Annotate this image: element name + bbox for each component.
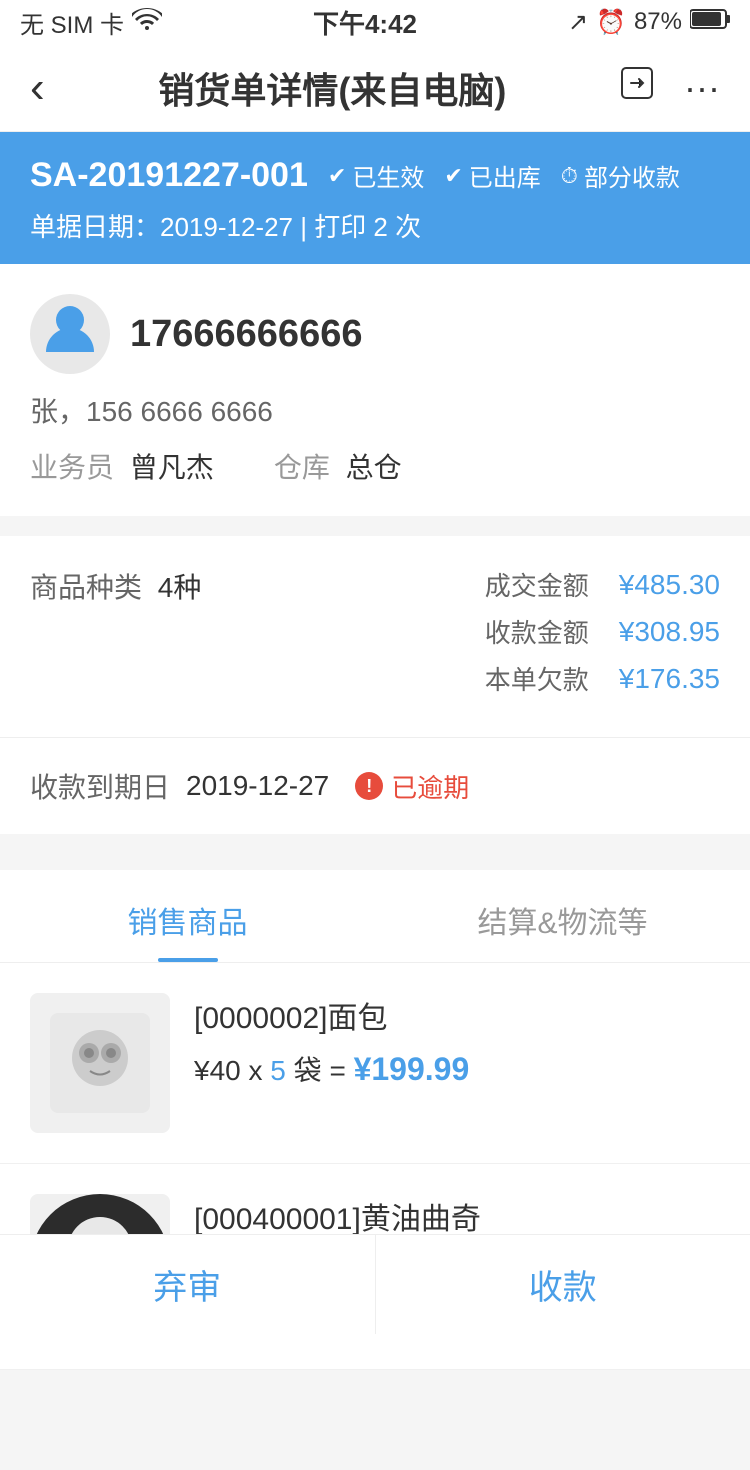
warehouse-field: 仓库 总仓: [274, 446, 402, 486]
status-time: 下午4:42: [313, 4, 417, 41]
bottom-bar: 弃审 收款: [0, 1234, 750, 1334]
nav-bar: ‹ 销货单详情(来自电脑) ···: [0, 44, 750, 132]
product-type-label: 商品种类: [30, 572, 142, 603]
owe-row: 本单欠款 ¥176.35: [485, 660, 720, 697]
transaction-label: 成交金额: [485, 566, 589, 603]
stats-section: 商品种类 4种 成交金额 ¥485.30 收款金额 ¥308.95 本单欠款 ¥…: [0, 536, 750, 738]
amount-fields: 成交金额 ¥485.30 收款金额 ¥308.95 本单欠款 ¥176.35: [485, 566, 720, 707]
customer-meta: 业务员 曾凡杰 仓库 总仓: [30, 446, 720, 486]
due-date-section: 收款到期日 2019-12-27 ! 已逾期: [0, 738, 750, 834]
more-icon[interactable]: ···: [684, 67, 720, 109]
share-icon[interactable]: [620, 66, 654, 109]
wifi-icon: [132, 8, 162, 37]
order-id: SA-20191227-001: [30, 156, 308, 195]
customer-phone: 17666666666: [130, 313, 362, 356]
product-image-placeholder-1: [30, 993, 170, 1133]
status-bar: 无 SIM 卡 下午4:42 ↗ ⏰ 87%: [0, 0, 750, 44]
customer-section: 17666666666 张，156 6666 6666 业务员 曾凡杰 仓库 总…: [0, 264, 750, 516]
badge-effective: ✔ 已生效: [328, 158, 424, 193]
product-image-1: [30, 993, 170, 1133]
location-icon: ↗: [568, 8, 588, 37]
owe-value: ¥176.35: [619, 663, 720, 695]
user-icon: [40, 298, 100, 371]
salesperson-label: 业务员: [30, 452, 114, 483]
badge-partial: ⏱ 部分收款: [561, 158, 680, 193]
status-left: 无 SIM 卡: [20, 5, 162, 40]
salesperson-field: 业务员 曾凡杰: [30, 446, 214, 486]
product-name-2: [000400001]黄油曲奇: [194, 1194, 720, 1238]
due-date-label: 收款到期日: [30, 766, 170, 806]
owe-label: 本单欠款: [485, 660, 589, 697]
product-qty-1: 5: [270, 1055, 286, 1086]
cancel-review-button[interactable]: 弃审: [0, 1235, 376, 1334]
header-banner: SA-20191227-001 ✔ 已生效 ✔ 已出库 ⏱ 部分收款 单据日期：…: [0, 132, 750, 264]
product-type-field: 商品种类 4种: [30, 566, 201, 606]
customer-name: 张，156 6666 6666: [30, 390, 720, 430]
nav-actions: ···: [620, 66, 720, 109]
tab-sales-products[interactable]: 销售商品: [0, 870, 375, 962]
overdue-badge: ! 已逾期: [355, 768, 469, 805]
overdue-label: 已逾期: [391, 768, 469, 805]
sim-status: 无 SIM 卡: [20, 5, 124, 40]
warehouse-value: 总仓: [346, 452, 402, 483]
transaction-row: 成交金额 ¥485.30: [485, 566, 720, 603]
battery-level: 87%: [634, 8, 682, 36]
warehouse-label: 仓库: [274, 452, 330, 483]
section-divider: [0, 854, 750, 870]
page-title: 销货单详情(来自电脑): [158, 62, 506, 114]
status-right: ↗ ⏰ 87%: [568, 8, 730, 37]
product-type-value: 4种: [158, 572, 202, 603]
check-icon-2: ✔: [444, 163, 462, 189]
overdue-dot-icon: !: [355, 772, 383, 800]
received-value: ¥308.95: [619, 616, 720, 648]
product-total-1: ¥199.99: [354, 1051, 470, 1087]
product-info-1: [0000002]面包 ¥40 x 5 袋 = ¥199.99: [194, 993, 720, 1089]
collect-button[interactable]: 收款: [376, 1235, 750, 1334]
order-header-row: SA-20191227-001 ✔ 已生效 ✔ 已出库 ⏱ 部分收款: [30, 156, 720, 195]
received-label: 收款金额: [485, 613, 589, 650]
tab-bar: 销售商品 结算&物流等: [0, 870, 750, 963]
received-row: 收款金额 ¥308.95: [485, 613, 720, 650]
product-price-1: ¥40 x 5 袋 = ¥199.99: [194, 1049, 720, 1089]
tab-settlement[interactable]: 结算&物流等: [375, 870, 750, 962]
back-button[interactable]: ‹: [30, 63, 45, 113]
transaction-value: ¥485.30: [619, 569, 720, 601]
order-date-line: 单据日期：2019-12-27 | 打印 2 次: [30, 207, 720, 244]
check-icon-1: ✔: [328, 163, 346, 189]
customer-row: 17666666666: [30, 294, 720, 374]
alarm-icon: ⏰: [596, 8, 626, 37]
salesperson-value: 曾凡杰: [130, 452, 214, 483]
battery-icon: [690, 8, 730, 37]
due-date-value: 2019-12-27: [186, 770, 329, 802]
list-item: [0000002]面包 ¥40 x 5 袋 = ¥199.99: [0, 963, 750, 1164]
product-name-1: [0000002]面包: [194, 993, 720, 1037]
clock-icon: ⏱: [561, 163, 578, 189]
avatar: [30, 294, 110, 374]
badge-outstock: ✔ 已出库: [444, 158, 540, 193]
